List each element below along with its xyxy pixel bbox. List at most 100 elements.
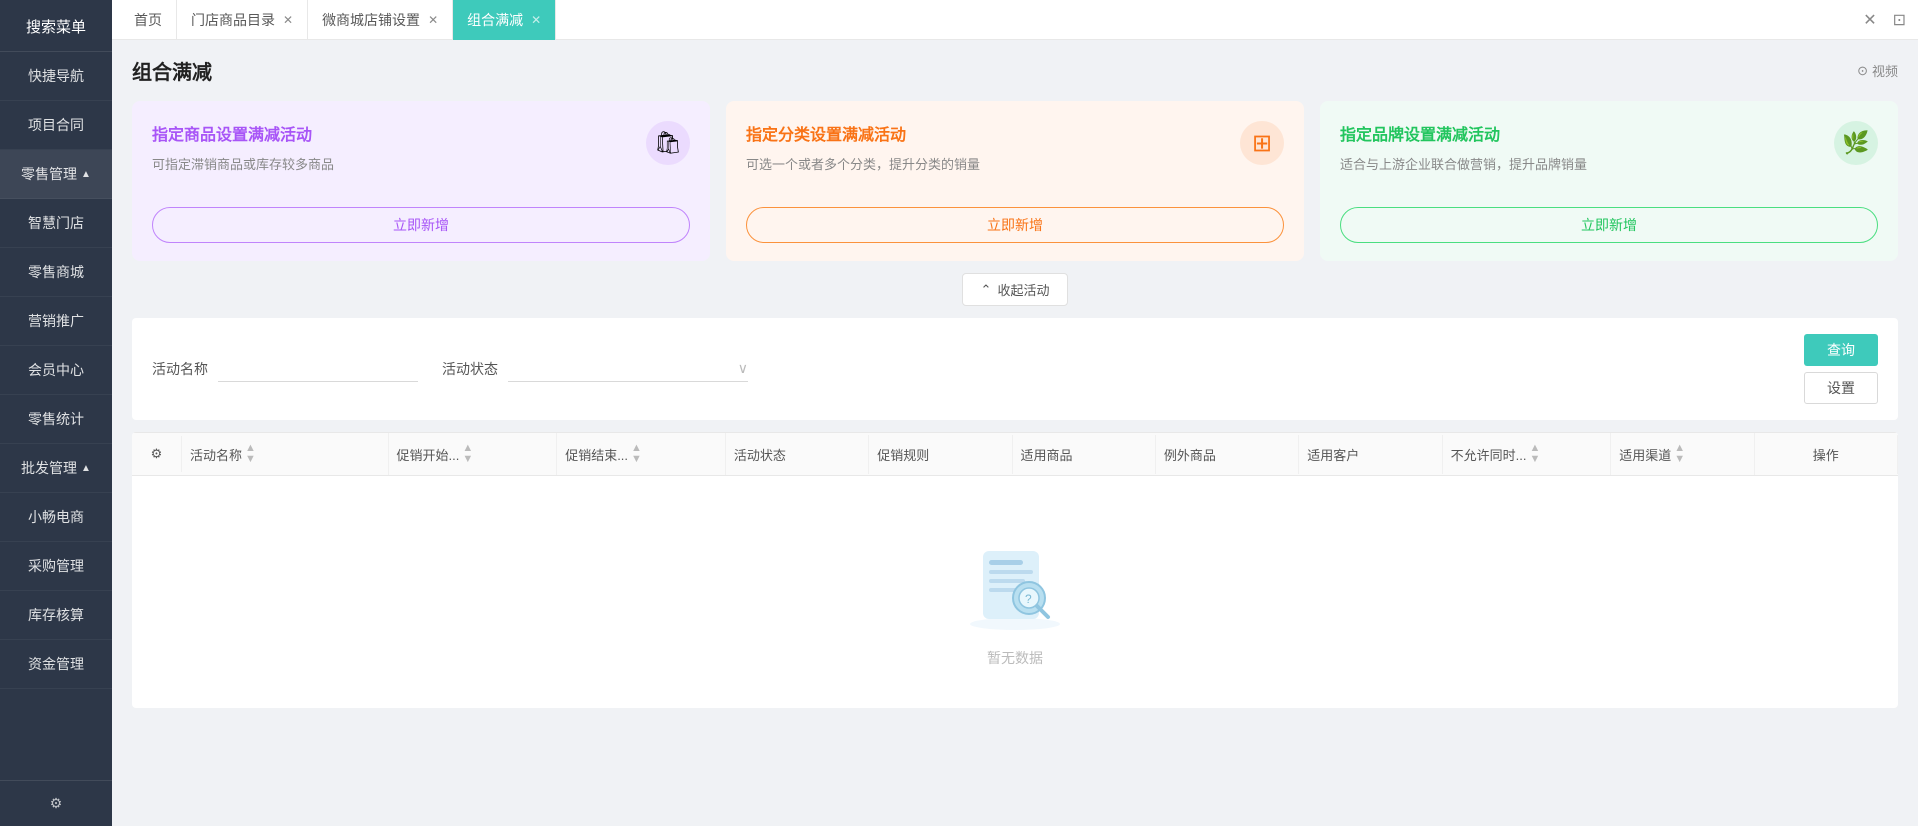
- th-status: 活动状态: [726, 435, 869, 474]
- sidebar-item-capital-mgmt[interactable]: 资金管理: [0, 640, 112, 689]
- sidebar-search[interactable]: 搜索菜单: [0, 0, 112, 52]
- sidebar-item-marketing[interactable]: 营销推广: [0, 297, 112, 346]
- sidebar-settings-button[interactable]: ⚙: [0, 780, 112, 826]
- sidebar-item-retail-stats[interactable]: 零售统计: [0, 395, 112, 444]
- empty-state: ? 暂无数据: [132, 476, 1898, 708]
- page-header: 组合满减 ⊙ 视频: [132, 56, 1898, 85]
- empty-illustration: ?: [955, 536, 1075, 636]
- gear-icon: ⚙: [151, 446, 163, 462]
- sidebar-item-retail-management[interactable]: 零售管理 ▲: [0, 150, 112, 199]
- tab-store-catalog[interactable]: 门店商品目录 ✕: [177, 0, 308, 40]
- main-area: 首页 门店商品目录 ✕ 微商城店铺设置 ✕ 组合满减 ✕ ✕ ⊡ 组合满减 ⊙ …: [112, 0, 1918, 826]
- sidebar-item-label: 零售管理: [21, 164, 77, 184]
- th-action: 操作: [1755, 435, 1898, 474]
- svg-text:?: ?: [1025, 592, 1032, 606]
- activity-name-label: 活动名称: [152, 359, 208, 379]
- th-customer: 适用客户: [1299, 435, 1442, 474]
- close-tab-combo-discount[interactable]: ✕: [531, 13, 541, 27]
- sidebar-item-label: 营销推广: [28, 313, 84, 329]
- collapse-bar: ⌃ 收起活动: [132, 273, 1898, 306]
- brand-card-add-button[interactable]: 立即新增: [1340, 207, 1878, 243]
- sidebar-item-purchase-mgmt[interactable]: 采购管理: [0, 542, 112, 591]
- sidebar-item-label: 小畅电商: [28, 509, 84, 525]
- th-rule: 促销规则: [869, 435, 1012, 474]
- th-channel[interactable]: 适用渠道 ▲▼: [1611, 433, 1754, 475]
- window-close-button[interactable]: ✕: [1859, 6, 1880, 34]
- sidebar-item-member-center[interactable]: 会员中心: [0, 346, 112, 395]
- gear-icon: ⚙: [50, 795, 63, 811]
- category-icon: ⊞: [1240, 121, 1284, 165]
- chevron-down-icon: ∨: [738, 360, 748, 377]
- setting-button[interactable]: 设置: [1804, 372, 1878, 404]
- search-actions: 查询 设置: [1804, 334, 1878, 404]
- sort-icon: ▲▼: [245, 443, 256, 465]
- brand-card-title: 指定品牌设置满减活动: [1340, 121, 1878, 145]
- th-except: 例外商品: [1156, 435, 1299, 474]
- close-tab-store-catalog[interactable]: ✕: [283, 13, 293, 27]
- sidebar-item-inventory[interactable]: 库存核算: [0, 591, 112, 640]
- goods-card-title: 指定商品设置满减活动: [152, 121, 690, 145]
- sort-icon: ▲▼: [1529, 443, 1540, 465]
- sidebar-item-project-contract[interactable]: 项目合同: [0, 101, 112, 150]
- goods-card-add-button[interactable]: 立即新增: [152, 207, 690, 243]
- sidebar-item-quick-nav[interactable]: 快捷导航: [0, 52, 112, 101]
- chevron-up-icon: ▲: [81, 169, 91, 180]
- sidebar-item-label: 项目合同: [28, 117, 84, 133]
- window-resize-button[interactable]: ⊡: [1889, 6, 1910, 34]
- card-goods: 🛍 指定商品设置满减活动 可指定滞销商品或库存较多商品 立即新增: [132, 101, 710, 261]
- brand-card-desc: 适合与上游企业联合做营销，提升品牌销量: [1340, 155, 1878, 193]
- sidebar-item-smart-store[interactable]: 智慧门店: [0, 199, 112, 248]
- th-noallow[interactable]: 不允许同时... ▲▼: [1443, 433, 1612, 475]
- sidebar-item-xiaochangec[interactable]: 小畅电商: [0, 493, 112, 542]
- sidebar: 搜索菜单 快捷导航 项目合同 零售管理 ▲ 智慧门店 零售商城 营销推广 会员中…: [0, 0, 112, 826]
- card-category: ⊞ 指定分类设置满减活动 可选一个或者多个分类，提升分类的销量 立即新增: [726, 101, 1304, 261]
- table-header: ⚙ 活动名称 ▲▼ 促销开始... ▲▼ 促销结束... ▲▼ 活动状态: [132, 432, 1898, 476]
- card-brand: 🌿 指定品牌设置满减活动 适合与上游企业联合做营销，提升品牌销量 立即新增: [1320, 101, 1898, 261]
- tab-combo-discount[interactable]: 组合满减 ✕: [453, 0, 556, 40]
- activity-status-select[interactable]: ∨: [508, 356, 748, 382]
- play-circle-icon: ⊙: [1857, 63, 1868, 79]
- th-start[interactable]: 促销开始... ▲▼: [389, 433, 558, 475]
- brand-icon: 🌿: [1834, 121, 1878, 165]
- th-gear[interactable]: ⚙: [132, 436, 182, 472]
- cards-row: 🛍 指定商品设置满减活动 可指定滞销商品或库存较多商品 立即新增 ⊞ 指定分类设…: [132, 101, 1898, 261]
- th-end[interactable]: 促销结束... ▲▼: [557, 433, 726, 475]
- th-goods: 适用商品: [1013, 435, 1156, 474]
- chevron-up-icon: ⌃: [981, 282, 992, 298]
- close-tab-wechat-store-settings[interactable]: ✕: [428, 13, 438, 27]
- sidebar-item-label: 快捷导航: [28, 68, 84, 84]
- sort-icon: ▲▼: [1674, 443, 1685, 465]
- sort-icon: ▲▼: [462, 443, 473, 465]
- sidebar-item-label: 资金管理: [28, 656, 84, 672]
- tab-wechat-store-settings[interactable]: 微商城店铺设置 ✕: [308, 0, 453, 40]
- sidebar-item-label: 零售商城: [28, 264, 84, 280]
- activity-name-field: 活动名称: [152, 357, 418, 382]
- category-card-title: 指定分类设置满减活动: [746, 121, 1284, 145]
- query-button[interactable]: 查询: [1804, 334, 1878, 366]
- sidebar-item-label: 智慧门店: [28, 215, 84, 231]
- sidebar-item-label: 库存核算: [28, 607, 84, 623]
- activity-name-input[interactable]: [218, 357, 418, 382]
- sidebar-item-retail-mall[interactable]: 零售商城: [0, 248, 112, 297]
- sidebar-item-label: 零售统计: [28, 411, 84, 427]
- empty-text: 暂无数据: [987, 648, 1043, 668]
- category-card-desc: 可选一个或者多个分类，提升分类的销量: [746, 155, 1284, 193]
- page-title: 组合满减: [132, 56, 212, 85]
- sidebar-item-label: 批发管理: [21, 458, 77, 478]
- search-bar: 活动名称 活动状态 ∨ 查询 设置: [132, 318, 1898, 420]
- tab-actions: ✕ ⊡: [1859, 6, 1910, 34]
- collapse-activity-button[interactable]: ⌃ 收起活动: [962, 273, 1069, 306]
- category-card-add-button[interactable]: 立即新增: [746, 207, 1284, 243]
- sidebar-item-label: 会员中心: [28, 362, 84, 378]
- sort-icon: ▲▼: [631, 443, 642, 465]
- chevron-down-icon: ▲: [81, 463, 91, 474]
- activity-status-field: 活动状态 ∨: [442, 356, 748, 382]
- sidebar-item-label: 采购管理: [28, 558, 84, 574]
- tab-bar: 首页 门店商品目录 ✕ 微商城店铺设置 ✕ 组合满减 ✕ ✕ ⊡: [112, 0, 1918, 40]
- data-table: ⚙ 活动名称 ▲▼ 促销开始... ▲▼ 促销结束... ▲▼ 活动状态: [132, 432, 1898, 708]
- page-content: 组合满减 ⊙ 视频 🛍 指定商品设置满减活动 可指定滞销商品或库存较多商品 立即…: [112, 40, 1918, 826]
- video-link[interactable]: ⊙ 视频: [1857, 61, 1898, 80]
- th-name[interactable]: 活动名称 ▲▼: [182, 433, 389, 475]
- sidebar-item-wholesale-mgmt[interactable]: 批发管理 ▲: [0, 444, 112, 493]
- tab-home[interactable]: 首页: [120, 0, 177, 40]
